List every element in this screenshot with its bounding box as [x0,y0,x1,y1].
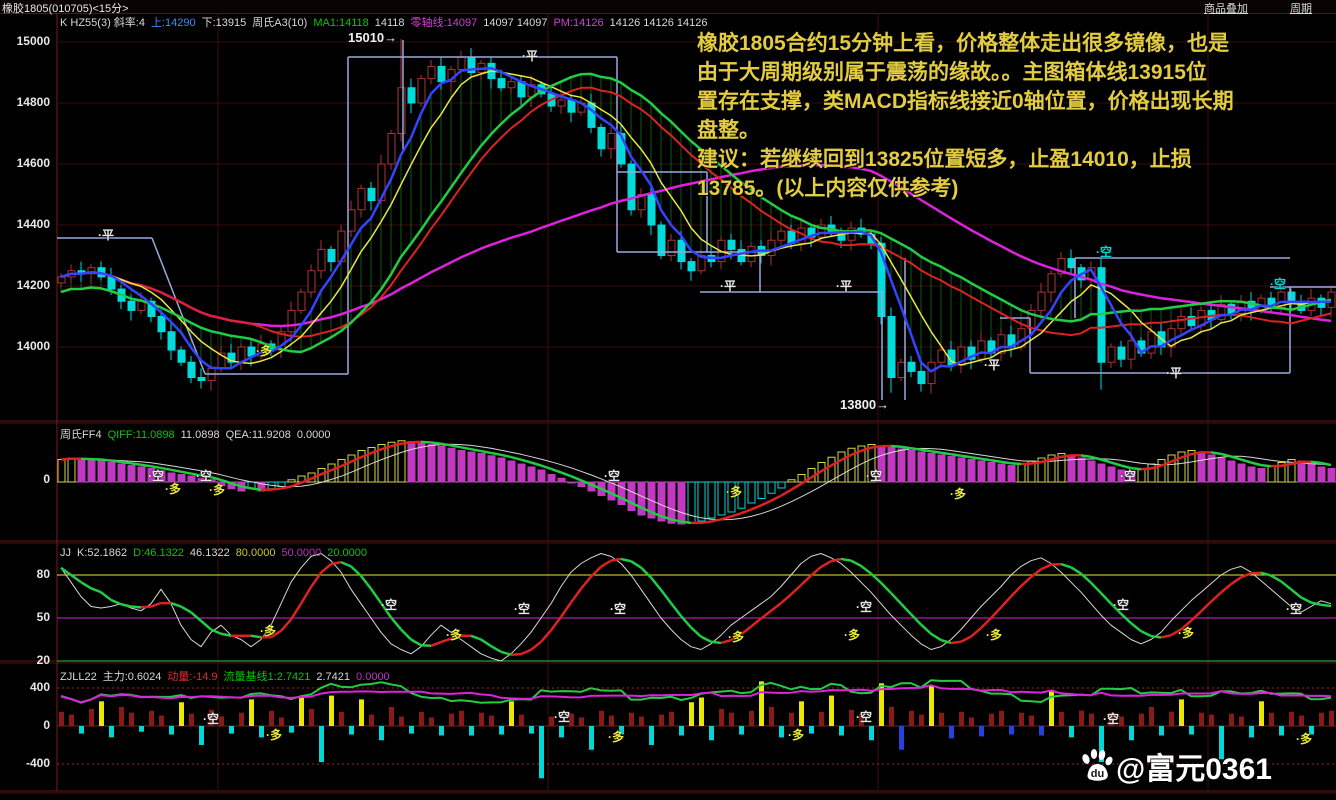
trading-app-screen: 橡胶1805(010705)<15分> 商品叠加 周期 15000 14800 14… [0,0,1336,800]
svg-text:du: du [1091,768,1104,780]
annotation-line: 13785。(以上内容仅供参考) [697,177,959,200]
watermark: du @富元0361 [1078,744,1272,788]
analyst-annotation: 橡胶1805合约15分钟上看，价格整体走出很多镜像，也是 由于大周期级别属于震荡的… [697,29,1333,203]
baidu-paw-icon: du [1082,749,1113,781]
annotation-line: 建议：若继续回到13825位置短多，止盈14010，止损 [697,148,1192,171]
annotation-line: 由于大周期级别属于震荡的缘故。。主图箱体线13915位 [697,61,1207,84]
annotation-line: 橡胶1805合约15分钟上看，价格整体走出很多镜像，也是 [697,32,1230,55]
annotation-line: 置存在支撑，类MACD指标线接近0轴位置，价格出现长期 [697,90,1234,113]
watermark-handle: @富元0361 [1116,753,1272,786]
annotation-line: 盘整。 [697,119,760,142]
